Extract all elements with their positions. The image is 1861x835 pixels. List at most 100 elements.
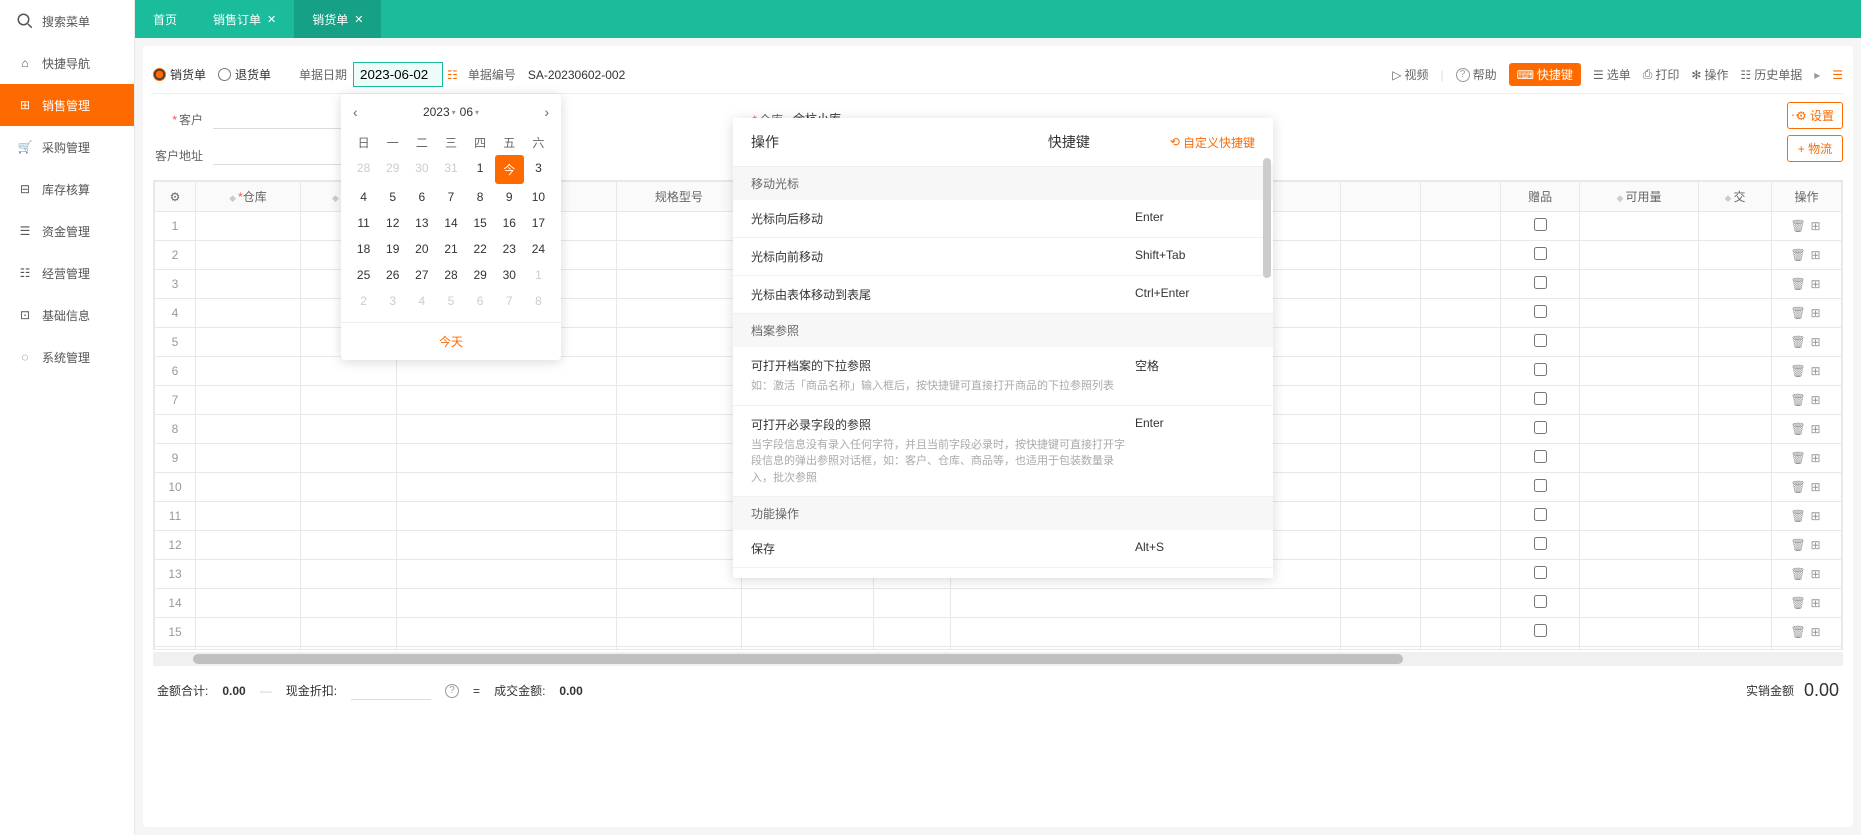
tab[interactable]: 销售订单✕	[195, 0, 294, 38]
copy-icon[interactable]: ⊞	[1809, 393, 1823, 407]
cal-day[interactable]: 20	[407, 236, 436, 262]
cal-day[interactable]: 29	[378, 155, 407, 184]
delete-icon[interactable]: 🗑	[1791, 422, 1805, 436]
tb-history[interactable]: ☷历史单据	[1740, 66, 1802, 83]
tb-expand[interactable]: ☰	[1832, 68, 1843, 82]
gift-checkbox[interactable]	[1534, 566, 1547, 579]
gift-checkbox[interactable]	[1534, 276, 1547, 289]
copy-icon[interactable]: ⊞	[1809, 538, 1823, 552]
copy-icon[interactable]: ⊞	[1809, 277, 1823, 291]
discount-input[interactable]	[351, 681, 431, 700]
gift-checkbox[interactable]	[1534, 218, 1547, 231]
table-row[interactable]: 15🗑⊞	[155, 618, 1842, 647]
calendar-icon[interactable]: ☷	[447, 68, 458, 82]
cal-day[interactable]: 17	[524, 210, 553, 236]
delete-icon[interactable]: 🗑	[1791, 335, 1805, 349]
gift-checkbox[interactable]	[1534, 479, 1547, 492]
cal-day[interactable]: 14	[436, 210, 465, 236]
delete-icon[interactable]: 🗑	[1791, 364, 1805, 378]
doc-type-return[interactable]: 退货单	[218, 66, 271, 83]
cal-day[interactable]: 4	[407, 288, 436, 314]
sidebar-item-funds[interactable]: ☰资金管理	[0, 210, 134, 252]
delete-icon[interactable]: 🗑	[1791, 625, 1805, 639]
table-row[interactable]: 16🗑⊞	[155, 647, 1842, 651]
panel-scrollbar[interactable]	[1263, 158, 1271, 576]
copy-icon[interactable]: ⊞	[1809, 567, 1823, 581]
cal-day[interactable]: 3	[378, 288, 407, 314]
cal-day[interactable]: 3	[524, 155, 553, 184]
cal-day[interactable]: 2	[349, 288, 378, 314]
gift-checkbox[interactable]	[1534, 450, 1547, 463]
tb-shortcut[interactable]: ⌨快捷键	[1509, 63, 1581, 86]
copy-icon[interactable]: ⊞	[1809, 451, 1823, 465]
cal-month-select[interactable]: 06▾	[460, 105, 479, 119]
tb-help[interactable]: ?帮助	[1456, 66, 1497, 83]
delete-icon[interactable]: 🗑	[1791, 248, 1805, 262]
tb-video[interactable]: ▷视频	[1392, 66, 1428, 83]
cal-day[interactable]: 18	[349, 236, 378, 262]
cal-day[interactable]: 24	[524, 236, 553, 262]
copy-icon[interactable]: ⊞	[1809, 480, 1823, 494]
cal-year-select[interactable]: 2023▾	[423, 105, 456, 119]
close-icon[interactable]: ✕	[267, 13, 276, 26]
copy-icon[interactable]: ⊞	[1809, 219, 1823, 233]
sidebar-item-purchase[interactable]: 🛒采购管理	[0, 126, 134, 168]
gift-checkbox[interactable]	[1534, 537, 1547, 550]
tab[interactable]: 首页	[135, 0, 195, 38]
cal-day[interactable]: 23	[495, 236, 524, 262]
cal-day[interactable]: 30	[407, 155, 436, 184]
delete-icon[interactable]: 🗑	[1791, 480, 1805, 494]
sidebar-item-sales[interactable]: ⊞销售管理	[0, 84, 134, 126]
delete-icon[interactable]: 🗑	[1791, 306, 1805, 320]
cal-day[interactable]: 12	[378, 210, 407, 236]
cal-day[interactable]: 27	[407, 262, 436, 288]
sidebar-item-inventory[interactable]: ⊟库存核算	[0, 168, 134, 210]
table-row[interactable]: 14🗑⊞	[155, 589, 1842, 618]
cal-day[interactable]: 5	[378, 184, 407, 210]
tb-select[interactable]: ☰选单	[1593, 66, 1631, 83]
tb-more[interactable]: ▸	[1814, 68, 1820, 82]
cal-day[interactable]: 4	[349, 184, 378, 210]
cal-day[interactable]: 25	[349, 262, 378, 288]
cal-day[interactable]: 30	[495, 262, 524, 288]
delete-icon[interactable]: 🗑	[1791, 219, 1805, 233]
sp-custom-btn[interactable]: ⟲自定义快捷键	[1170, 134, 1255, 151]
delete-icon[interactable]: 🗑	[1791, 509, 1805, 523]
gear-header-icon[interactable]: ⚙	[170, 190, 181, 204]
gift-checkbox[interactable]	[1534, 247, 1547, 260]
gift-checkbox[interactable]	[1534, 363, 1547, 376]
cal-next-icon[interactable]: ›	[544, 104, 549, 120]
cal-day[interactable]: 26	[378, 262, 407, 288]
sidebar-item-system[interactable]: ◌系统管理	[0, 336, 134, 378]
cal-day[interactable]: 15	[466, 210, 495, 236]
delete-icon[interactable]: 🗑	[1791, 393, 1805, 407]
copy-icon[interactable]: ⊞	[1809, 509, 1823, 523]
cal-day[interactable]: 6	[466, 288, 495, 314]
sidebar-search[interactable]: 搜索菜单	[0, 0, 134, 42]
copy-icon[interactable]: ⊞	[1809, 306, 1823, 320]
cal-day[interactable]: 10	[524, 184, 553, 210]
cal-day[interactable]: 今	[495, 155, 524, 184]
gift-checkbox[interactable]	[1534, 421, 1547, 434]
cal-day[interactable]: 8	[524, 288, 553, 314]
cal-day[interactable]: 8	[466, 184, 495, 210]
delete-icon[interactable]: 🗑	[1791, 451, 1805, 465]
cal-day[interactable]: 5	[436, 288, 465, 314]
tb-print[interactable]: ⎙打印	[1643, 66, 1680, 83]
cal-day[interactable]: 7	[495, 288, 524, 314]
cal-day[interactable]: 31	[436, 155, 465, 184]
cal-day[interactable]: 19	[378, 236, 407, 262]
copy-icon[interactable]: ⊞	[1809, 625, 1823, 639]
copy-icon[interactable]: ⊞	[1809, 596, 1823, 610]
horizontal-scrollbar[interactable]	[153, 652, 1843, 666]
cal-day[interactable]: 22	[466, 236, 495, 262]
cal-day[interactable]: 29	[466, 262, 495, 288]
copy-icon[interactable]: ⊞	[1809, 248, 1823, 262]
cal-day[interactable]: 7	[436, 184, 465, 210]
copy-icon[interactable]: ⊞	[1809, 364, 1823, 378]
cal-day[interactable]: 6	[407, 184, 436, 210]
close-icon[interactable]: ✕	[354, 13, 363, 26]
delete-icon[interactable]: 🗑	[1791, 567, 1805, 581]
delete-icon[interactable]: 🗑	[1791, 596, 1805, 610]
cal-day[interactable]: 1	[466, 155, 495, 184]
